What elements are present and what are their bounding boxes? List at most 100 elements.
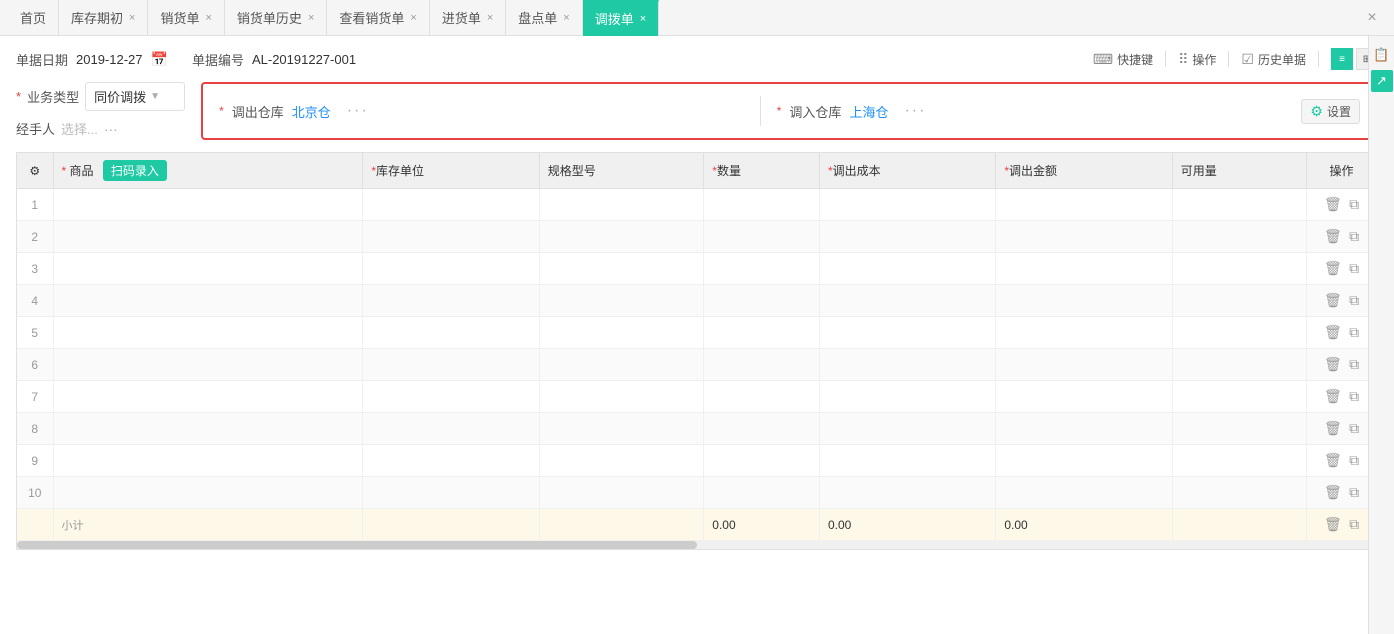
cell-qty[interactable] <box>704 413 820 445</box>
cell-unit[interactable] <box>363 253 539 285</box>
cell-amount[interactable] <box>996 349 1172 381</box>
side-doc-icon[interactable]: 📋 <box>1371 44 1393 66</box>
cell-spec[interactable] <box>539 349 704 381</box>
copy-icon[interactable]: ⧉ <box>1349 388 1359 404</box>
cell-cost[interactable] <box>819 413 995 445</box>
delete-icon[interactable]: 🗑 <box>1324 260 1342 276</box>
cell-goods[interactable] <box>53 253 363 285</box>
cell-goods[interactable] <box>53 285 363 317</box>
delete-icon[interactable]: 🗑 <box>1324 388 1342 404</box>
cell-qty[interactable] <box>704 189 820 221</box>
tab-transfer-close[interactable]: × <box>640 13 646 25</box>
delete-icon[interactable]: 🗑 <box>1324 228 1342 244</box>
cell-cost[interactable] <box>819 253 995 285</box>
in-warehouse-value[interactable]: 上海仓 <box>849 102 888 121</box>
cell-unit[interactable] <box>363 381 539 413</box>
cell-spec[interactable] <box>539 381 704 413</box>
tab-home[interactable]: 首页 <box>8 0 59 36</box>
cell-goods[interactable] <box>53 445 363 477</box>
cell-qty[interactable] <box>704 253 820 285</box>
cell-available[interactable] <box>1172 189 1306 221</box>
tab-view-sales[interactable]: 查看销货单 × <box>327 0 429 36</box>
copy-icon[interactable]: ⧉ <box>1349 196 1359 212</box>
cell-amount[interactable] <box>996 477 1172 509</box>
copy-icon[interactable]: ⧉ <box>1349 356 1359 372</box>
cell-goods[interactable] <box>53 349 363 381</box>
copy-icon[interactable]: ⧉ <box>1349 452 1359 468</box>
cell-goods[interactable] <box>53 317 363 349</box>
copy-icon[interactable]: ⧉ <box>1349 420 1359 436</box>
business-type-select[interactable]: 同价调拨 ▼ <box>85 82 185 111</box>
handler-placeholder[interactable]: 选择... <box>61 119 98 138</box>
out-warehouse-dots[interactable]: ··· <box>347 102 369 120</box>
cell-unit[interactable] <box>363 349 539 381</box>
cell-goods[interactable] <box>53 381 363 413</box>
cell-qty[interactable] <box>704 317 820 349</box>
cell-amount[interactable] <box>996 285 1172 317</box>
settings-button[interactable]: ⚙ 设置 <box>1301 99 1360 124</box>
cell-amount[interactable] <box>996 445 1172 477</box>
side-export-icon[interactable]: ↗ <box>1371 70 1393 92</box>
out-warehouse-value[interactable]: 北京仓 <box>292 102 331 121</box>
cell-cost[interactable] <box>819 381 995 413</box>
cell-cost[interactable] <box>819 285 995 317</box>
copy-icon[interactable]: ⧉ <box>1349 292 1359 308</box>
cell-available[interactable] <box>1172 285 1306 317</box>
cell-available[interactable] <box>1172 445 1306 477</box>
cell-available[interactable] <box>1172 349 1306 381</box>
cell-cost[interactable] <box>819 477 995 509</box>
cell-amount[interactable] <box>996 221 1172 253</box>
tab-sales-history[interactable]: 销货单历史 × <box>225 0 327 36</box>
copy-icon[interactable]: ⧉ <box>1349 516 1359 532</box>
tab-inventory-init[interactable]: 库存期初 × <box>59 0 148 36</box>
cell-qty[interactable] <box>704 445 820 477</box>
cell-unit[interactable] <box>363 221 539 253</box>
cell-goods[interactable] <box>53 477 363 509</box>
tab-purchase-close[interactable]: × <box>487 12 493 24</box>
delete-icon[interactable]: 🗑 <box>1324 324 1342 340</box>
handler-dots[interactable]: ··· <box>104 121 118 137</box>
cell-cost[interactable] <box>819 317 995 349</box>
copy-icon[interactable]: ⧉ <box>1349 260 1359 276</box>
cell-unit[interactable] <box>363 317 539 349</box>
cell-qty[interactable] <box>704 285 820 317</box>
cell-unit[interactable] <box>363 285 539 317</box>
cell-cost[interactable] <box>819 445 995 477</box>
cell-qty[interactable] <box>704 349 820 381</box>
cell-amount[interactable] <box>996 381 1172 413</box>
copy-icon[interactable]: ⧉ <box>1349 484 1359 500</box>
tab-sales-history-close[interactable]: × <box>308 12 314 24</box>
cell-qty[interactable] <box>704 477 820 509</box>
cell-spec[interactable] <box>539 445 704 477</box>
cell-available[interactable] <box>1172 477 1306 509</box>
tab-sales-order-close[interactable]: × <box>205 12 211 24</box>
cell-available[interactable] <box>1172 221 1306 253</box>
layout-list-button[interactable]: ≡ <box>1331 48 1353 70</box>
cell-spec[interactable] <box>539 413 704 445</box>
cell-unit[interactable] <box>363 189 539 221</box>
cell-goods[interactable] <box>53 189 363 221</box>
cell-cost[interactable] <box>819 349 995 381</box>
delete-icon[interactable]: 🗑 <box>1324 420 1342 436</box>
cell-available[interactable] <box>1172 253 1306 285</box>
delete-icon[interactable]: 🗑 <box>1324 292 1342 308</box>
tab-inventory-init-close[interactable]: × <box>129 12 135 24</box>
cell-available[interactable] <box>1172 381 1306 413</box>
tab-transfer[interactable]: 调拨单 × <box>583 0 659 36</box>
cell-spec[interactable] <box>539 285 704 317</box>
cell-cost[interactable] <box>819 189 995 221</box>
tab-stocktake[interactable]: 盘点单 × <box>506 0 582 36</box>
in-warehouse-dots[interactable]: ··· <box>904 102 926 120</box>
cell-unit[interactable] <box>363 445 539 477</box>
scan-button[interactable]: 扫码录入 <box>103 160 167 181</box>
copy-icon[interactable]: ⧉ <box>1349 324 1359 340</box>
delete-icon[interactable]: 🗑 <box>1324 484 1342 500</box>
tab-purchase[interactable]: 进货单 × <box>430 0 506 36</box>
close-all-button[interactable]: × <box>1358 4 1386 32</box>
cell-amount[interactable] <box>996 253 1172 285</box>
tab-view-sales-close[interactable]: × <box>410 12 416 24</box>
cell-cost[interactable] <box>819 221 995 253</box>
shortcut-button[interactable]: ⌨ 快捷键 <box>1093 51 1153 68</box>
cell-spec[interactable] <box>539 221 704 253</box>
delete-icon[interactable]: 🗑 <box>1324 356 1342 372</box>
